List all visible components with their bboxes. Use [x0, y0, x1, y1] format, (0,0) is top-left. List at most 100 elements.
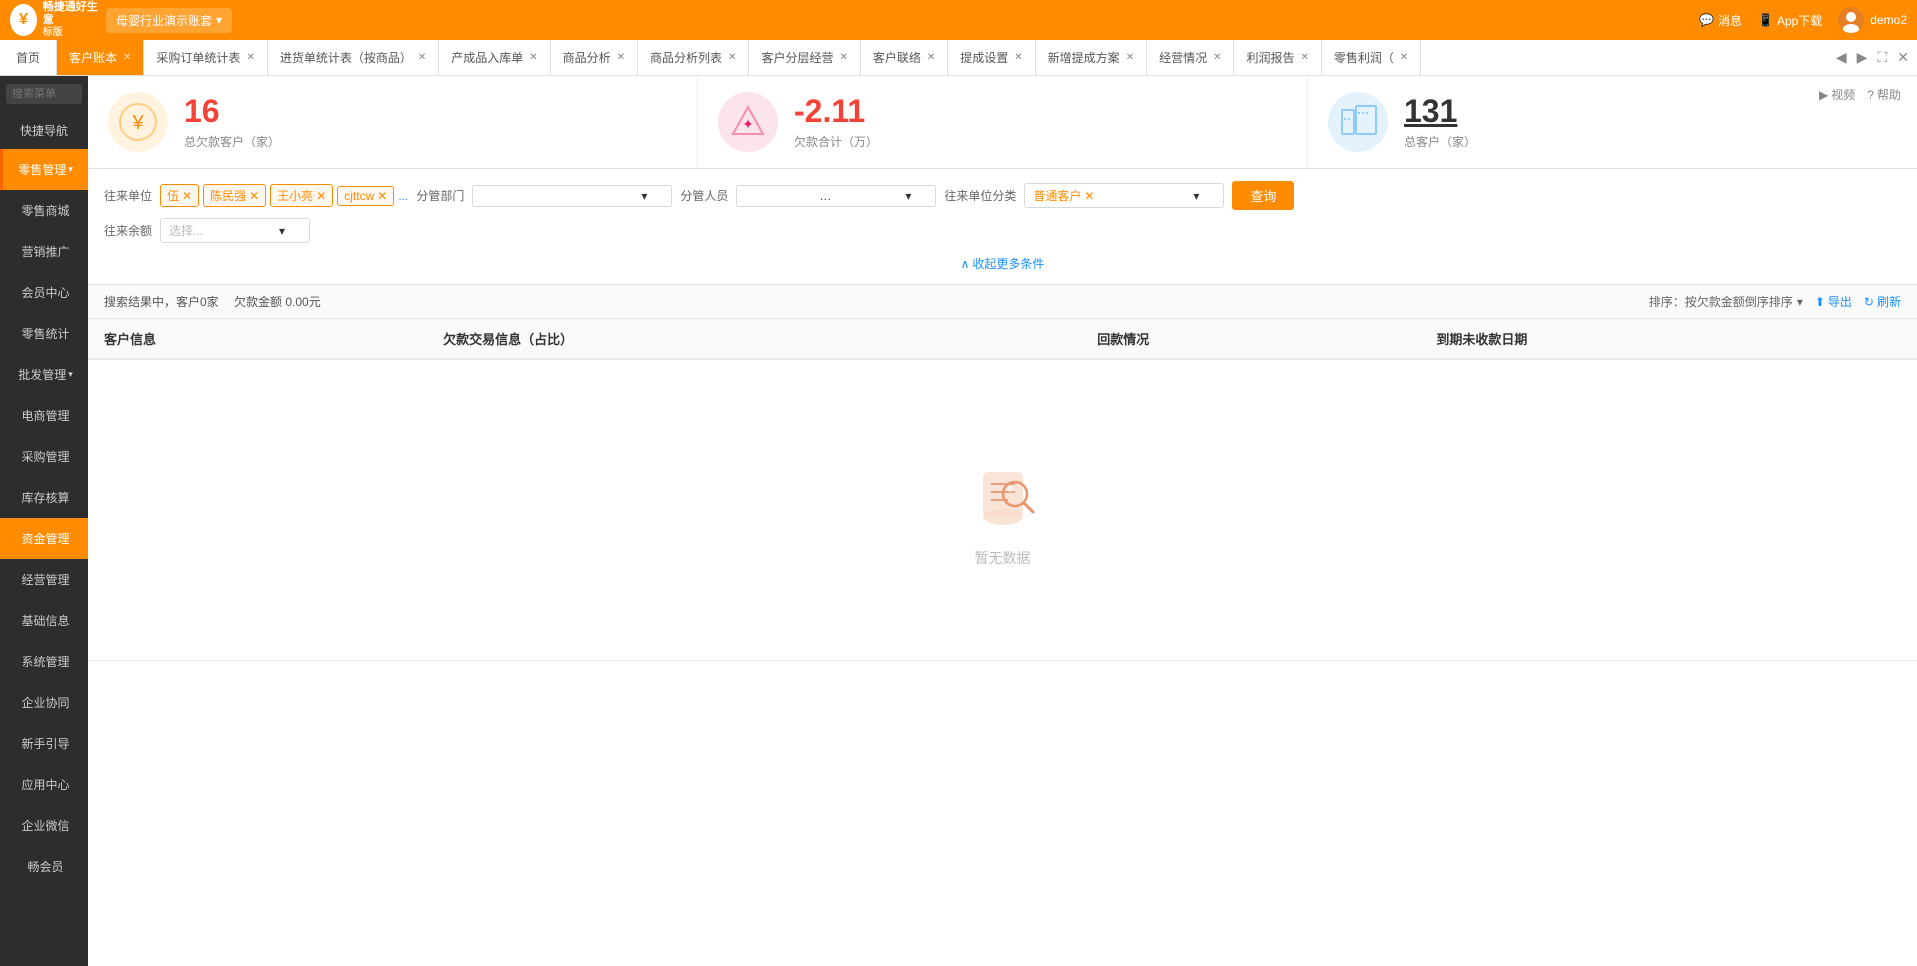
nav-tabs-bar: 首页 客户账本 ✕ 采购订单统计表 ✕ 进货单统计表（按商品） ✕ 产成品入库单… [0, 40, 1917, 76]
tab-customer-account[interactable]: 客户账本 ✕ [57, 40, 144, 76]
message-btn[interactable]: 💬 消息 [1699, 12, 1742, 29]
close-tab-customer-contact[interactable]: ✕ [927, 52, 935, 63]
user-area[interactable]: demo2 [1838, 7, 1907, 33]
sidebar-item-member[interactable]: 会员中心 [0, 272, 88, 313]
tag-close-wu[interactable]: ✕ [182, 189, 192, 203]
sidebar-item-retail-mall[interactable]: 零售商城 [0, 190, 88, 231]
filter-tags-unit: 伍 ✕ 陈民强 ✕ 王小亮 ✕ cjttcw ✕ ... [160, 184, 408, 207]
search-input[interactable] [6, 84, 82, 104]
filter-more-btn[interactable]: ... [398, 189, 408, 203]
video-icon: ▶ [1819, 88, 1828, 102]
sidebar-item-marketing-label: 营销推广 [21, 245, 69, 259]
close-tab-analysis-list[interactable]: ✕ [728, 52, 736, 63]
sort-select[interactable]: 排序：按欠款金额倒序排序 ▾ [1649, 293, 1803, 310]
refresh-btn[interactable]: ↻ 刷新 [1864, 293, 1901, 310]
video-btn[interactable]: ▶ 视频 [1819, 86, 1855, 103]
sidebar-item-ecommerce[interactable]: 电商管理 [0, 395, 88, 436]
export-btn[interactable]: ⬆ 导出 [1815, 293, 1852, 310]
filter-dept-select[interactable]: ▾ [472, 185, 672, 207]
tab-customer-contact[interactable]: 客户联络 ✕ [861, 40, 948, 76]
sidebar-item-basic-info[interactable]: 基础信息 [0, 600, 88, 641]
filter-tag-wang: 王小亮 ✕ [270, 184, 333, 207]
col-overdue-date: 到期未收款日期 [1420, 319, 1917, 359]
empty-state: 暂无数据 [104, 372, 1901, 648]
filter-unit-type-select[interactable]: 普通客户 ✕ ▾ [1024, 183, 1224, 208]
close-tab-operation[interactable]: ✕ [1213, 52, 1221, 63]
header-right: 💬 消息 📱 App下载 demo2 [1699, 7, 1907, 33]
sidebar-item-purchase[interactable]: 采购管理 [0, 436, 88, 477]
sidebar-item-inventory-label: 库存核算 [21, 491, 69, 505]
close-tab-product-inbound[interactable]: ✕ [529, 52, 537, 63]
stat-label-customers: 总欠款客户（家） [184, 133, 280, 150]
tab-home[interactable]: 首页 [0, 40, 57, 76]
tab-product-analysis[interactable]: 商品分析 ✕ [551, 40, 638, 76]
tab-new-improve[interactable]: 新增提成方案 ✕ [1036, 40, 1147, 76]
close-tab-retail-profit[interactable]: ✕ [1400, 52, 1408, 63]
tab-product-analysis-list[interactable]: 商品分析列表 ✕ [638, 40, 749, 76]
tab-product-inbound[interactable]: 产成品入库单 ✕ [439, 40, 550, 76]
tag-close-wang[interactable]: ✕ [316, 189, 326, 203]
sidebar-item-wholesale[interactable]: 批发管理 ▾ [0, 354, 88, 395]
tab-customer-tier[interactable]: 客户分层经营 ✕ [749, 40, 860, 76]
sidebar-item-enterprise-coop[interactable]: 企业协同 [0, 682, 88, 723]
close-tab-customer-tier[interactable]: ✕ [839, 52, 847, 63]
chevron-down-icon-sort: ▾ [1797, 295, 1803, 309]
close-tab-purchase[interactable]: ✕ [246, 52, 254, 63]
sidebar-item-inventory[interactable]: 库存核算 [0, 477, 88, 518]
tabs-maximize-btn[interactable]: ⛶ [1873, 47, 1891, 68]
close-tab-product-analysis[interactable]: ✕ [617, 52, 625, 63]
export-icon: ⬆ [1815, 295, 1825, 309]
sidebar-item-app-center[interactable]: 应用中心 [0, 764, 88, 805]
sidebar-item-vip-member[interactable]: 畅会员 [0, 846, 88, 887]
close-tab-profit[interactable]: ✕ [1301, 52, 1309, 63]
close-tab-inbound[interactable]: ✕ [418, 52, 426, 63]
filter-balance-select[interactable]: 选择... ▾ [160, 218, 310, 243]
sidebar-item-finance[interactable]: 资金管理 [0, 518, 88, 559]
tab-inbound-stat[interactable]: 进货单统计表（按商品） ✕ [268, 40, 439, 76]
tabs-prev-btn[interactable]: ◀ [1832, 47, 1851, 68]
refresh-label: 刷新 [1877, 293, 1901, 310]
sidebar-item-retail[interactable]: 零售管理 ▾ [0, 149, 88, 190]
help-icon: ? [1867, 88, 1874, 102]
sidebar-item-new-guide[interactable]: 新手引导 [0, 723, 88, 764]
sidebar-item-system-mgmt[interactable]: 系统管理 [0, 641, 88, 682]
stat-label-total: 总客户（家） [1404, 133, 1476, 150]
sidebar-item-enterprise-wx[interactable]: 企业微信 [0, 805, 88, 846]
filter-tag-wu: 伍 ✕ [160, 184, 199, 207]
tab-retail-profit[interactable]: 零售利润（ ✕ [1322, 40, 1421, 76]
sidebar-item-system-mgmt-label: 系统管理 [21, 655, 69, 669]
close-tab-new-improve[interactable]: ✕ [1126, 52, 1134, 63]
tab-profit-report[interactable]: 利润报告 ✕ [1234, 40, 1321, 76]
stat-content-customers: 16 总欠款客户（家） [184, 95, 280, 150]
system-selector[interactable]: 母婴行业演示账套 ▾ [106, 8, 232, 33]
refresh-icon: ↻ [1864, 295, 1874, 309]
sidebar-item-member-label: 会员中心 [21, 286, 69, 300]
tabs-close-all-btn[interactable]: ✕ [1893, 47, 1913, 68]
filter-balance-label: 往来余额 [104, 222, 152, 239]
tag-close-chen[interactable]: ✕ [249, 189, 259, 203]
stat-value-debt: -2.11 [794, 95, 878, 127]
logo-icon: ¥ [10, 4, 37, 36]
help-btn[interactable]: ? 帮助 [1867, 86, 1901, 103]
tag-close-cj[interactable]: ✕ [377, 189, 387, 203]
tag-close-unit-type[interactable]: ✕ [1084, 189, 1094, 203]
sidebar-item-basic-info-label: 基础信息 [21, 614, 69, 628]
close-tab-customer-account[interactable]: ✕ [123, 52, 131, 63]
query-button[interactable]: 查询 [1232, 181, 1294, 210]
tab-operation-status[interactable]: 经营情况 ✕ [1147, 40, 1234, 76]
col-repayment: 回款情况 [1081, 319, 1420, 359]
sidebar-item-operation-mgmt[interactable]: 经营管理 [0, 559, 88, 600]
app-download-btn[interactable]: 📱 App下载 [1758, 12, 1822, 29]
filter-person-select[interactable]: … ▾ [736, 185, 936, 207]
sidebar-item-retail-stat[interactable]: 零售统计 [0, 313, 88, 354]
tab-purchase-order-stat[interactable]: 采购订单统计表 ✕ [144, 40, 267, 76]
filter-unit-type-label: 往来单位分类 [944, 187, 1016, 204]
filter-balance-placeholder: 选择... [169, 222, 203, 239]
tab-improve-settings[interactable]: 提成设置 ✕ [948, 40, 1035, 76]
sidebar-item-quick-nav[interactable]: 快捷导航 [0, 112, 88, 149]
collapse-btn[interactable]: ∧ 收起更多条件 [104, 251, 1901, 276]
tabs-next-btn[interactable]: ▶ [1853, 47, 1872, 68]
sidebar-item-marketing[interactable]: 营销推广 [0, 231, 88, 272]
close-tab-improve[interactable]: ✕ [1014, 52, 1022, 63]
col-debt-info: 欠款交易信息（占比） [427, 319, 1081, 359]
